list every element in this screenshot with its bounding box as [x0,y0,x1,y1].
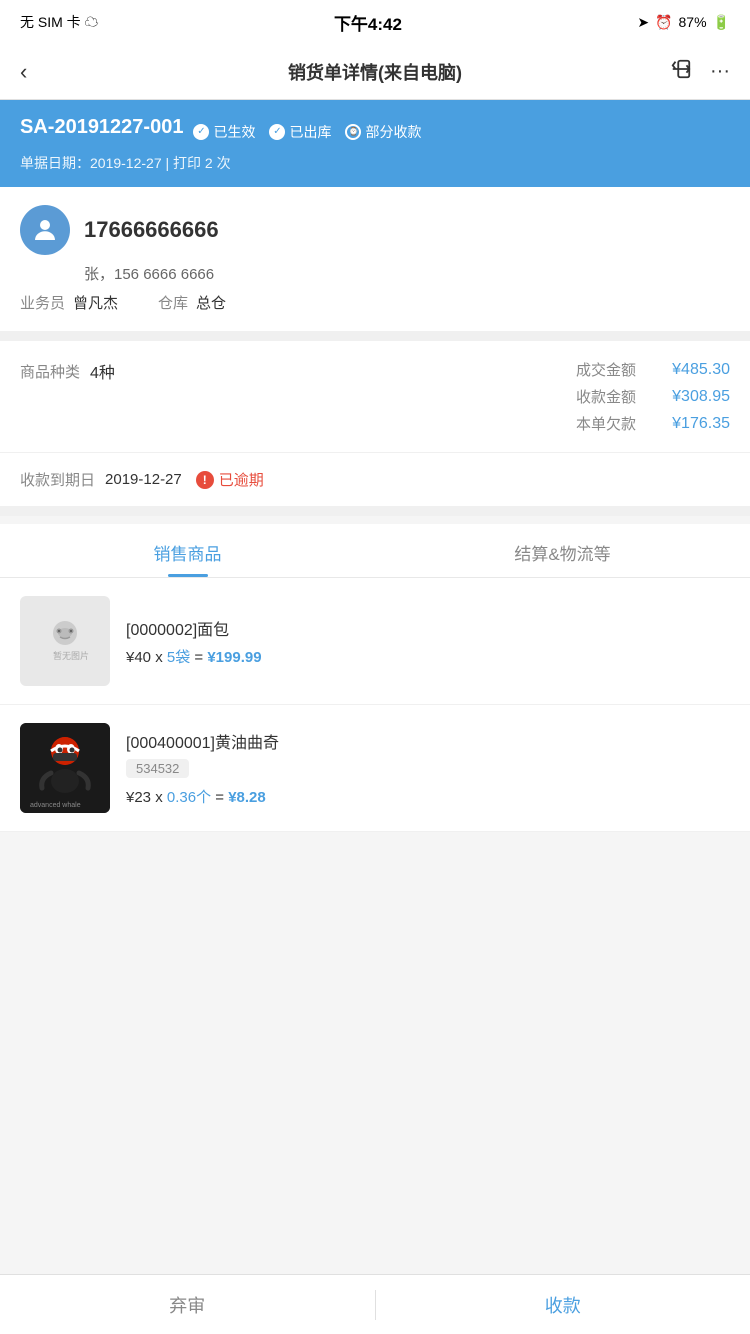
nav-bar: ‹ 销货单详情(来自电脑) ··· [0,44,750,100]
product-total-1: ¥199.99 [207,649,261,666]
status-left: 无 SIM 卡 ☁ [20,12,99,32]
warehouse-value: 总仓 [196,292,226,313]
product-total-2: ¥8.28 [228,789,266,806]
order-header: SA-20191227-001 ✓ 已生效 ✓ 已出库 ⌚ 部分收款 单据日期：… [0,100,750,187]
product-thumb-2: advanced whale [20,723,110,813]
product-item-2: advanced whale [000400001]黄油曲奇 534532 ¥2… [0,705,750,832]
product-name-1: [0000002]面包 [126,616,730,640]
order-id: SA-20191227-001 [20,116,183,139]
customer-section: 17666666666 张，156 6666 6666 业务员 曾凡杰 仓库 总… [0,187,750,331]
tab-sales-products[interactable]: 销售商品 [0,524,375,577]
debt-value: ¥176.35 [650,415,730,433]
badge-partial-payment: ⌚ 部分收款 [345,122,421,142]
alarm-icon: ⏰ [655,14,672,31]
status-bar: 无 SIM 卡 ☁ 下午4:42 ➤ ⏰ 87% 🔋 [0,0,750,44]
received-item: 收款金额 ¥308.95 [576,386,730,407]
product-info-2: [000400001]黄油曲奇 534532 ¥23 x 0.36个 = ¥8.… [126,729,730,807]
order-date: 单据日期：2019-12-27 | 打印 2 次 [20,153,730,173]
nav-right-actions: ··· [670,58,730,86]
back-button[interactable]: ‹ [20,59,37,85]
divider-1 [0,331,750,341]
product-name-2: [000400001]黄油曲奇 [126,729,730,753]
overdue-text: 已逾期 [219,469,264,490]
product-price-2: ¥23 x 0.36个 = ¥8.28 [126,786,730,807]
received-label: 收款金额 [576,386,636,407]
product-qty-2: 0.36个 [167,789,211,806]
bottom-bar: 弃审 收款 [0,1274,750,1334]
order-badges: ✓ 已生效 ✓ 已出库 ⌚ 部分收款 [193,122,421,142]
battery-level: 87% [679,14,707,30]
page-title: 销货单详情(来自电脑) [288,59,462,85]
collect-payment-button[interactable]: 收款 [376,1275,750,1334]
product-sku-2: 534532 [126,759,189,778]
due-label: 收款到期日 [20,469,95,490]
tab-settlement[interactable]: 结算&物流等 [375,524,750,577]
cancel-review-button[interactable]: 弃审 [0,1275,375,1334]
product-type-label: 商品种类 [20,361,80,382]
customer-avatar [20,205,70,255]
due-date: 2019-12-27 [105,471,182,488]
debt-label: 本单欠款 [576,413,636,434]
product-list: 暂无图片 [0000002]面包 ¥40 x 5袋 = ¥199.99 [0,578,750,832]
svg-text:advanced whale: advanced whale [30,802,81,809]
clock-icon: ⌚ [345,124,361,140]
battery-icon: 🔋 [713,14,730,31]
more-icon[interactable]: ··· [710,60,730,83]
svg-text:暂无图片: 暂无图片 [53,650,89,661]
overdue-badge: ! 已逾期 [196,469,264,490]
warehouse-item: 仓库 总仓 [158,292,226,313]
debt-item: 本单欠款 ¥176.35 [576,413,730,434]
sales-label: 业务员 [20,292,65,313]
badge-effective: ✓ 已生效 [193,122,255,142]
received-value: ¥308.95 [650,388,730,406]
location-icon: ➤ [637,14,649,31]
status-time: 下午4:42 [334,10,402,35]
amount-label: 成交金额 [576,359,636,380]
customer-row: 17666666666 [20,205,730,255]
summary-left: 商品种类 4种 [20,359,115,383]
check-icon: ✓ [193,124,209,140]
overdue-icon: ! [196,471,214,489]
amount-value: ¥485.30 [650,361,730,379]
amount-item: 成交金额 ¥485.30 [576,359,730,380]
customer-meta: 业务员 曾凡杰 仓库 总仓 [20,292,730,313]
badge-shipped: ✓ 已出库 [269,122,331,142]
summary-section: 商品种类 4种 成交金额 ¥485.30 收款金额 ¥308.95 本单欠款 ¥… [0,341,750,452]
customer-name: 张，156 6666 6666 [84,263,730,284]
warehouse-label: 仓库 [158,292,188,313]
check-icon-2: ✓ [269,124,285,140]
customer-phone: 17666666666 [84,217,219,243]
product-qty-1: 5袋 [167,649,190,666]
tabs-row: 销售商品 结算&物流等 [0,524,750,578]
summary-right: 成交金额 ¥485.30 收款金额 ¥308.95 本单欠款 ¥176.35 [576,359,730,434]
divider-2 [0,506,750,516]
summary-row: 商品种类 4种 成交金额 ¥485.30 收款金额 ¥308.95 本单欠款 ¥… [20,359,730,434]
status-right: ➤ ⏰ 87% 🔋 [637,14,730,31]
product-price-1: ¥40 x 5袋 = ¥199.99 [126,646,730,667]
due-date-section: 收款到期日 2019-12-27 ! 已逾期 [0,452,750,506]
tabs-section: 销售商品 结算&物流等 [0,524,750,578]
product-item-1: 暂无图片 [0000002]面包 ¥40 x 5袋 = ¥199.99 [0,578,750,705]
sales-item: 业务员 曾凡杰 [20,292,118,313]
product-info-1: [0000002]面包 ¥40 x 5袋 = ¥199.99 [126,616,730,667]
sales-value: 曾凡杰 [73,292,118,313]
product-type-value: 4种 [90,359,115,383]
share-icon[interactable] [670,58,692,86]
product-thumb-1: 暂无图片 [20,596,110,686]
